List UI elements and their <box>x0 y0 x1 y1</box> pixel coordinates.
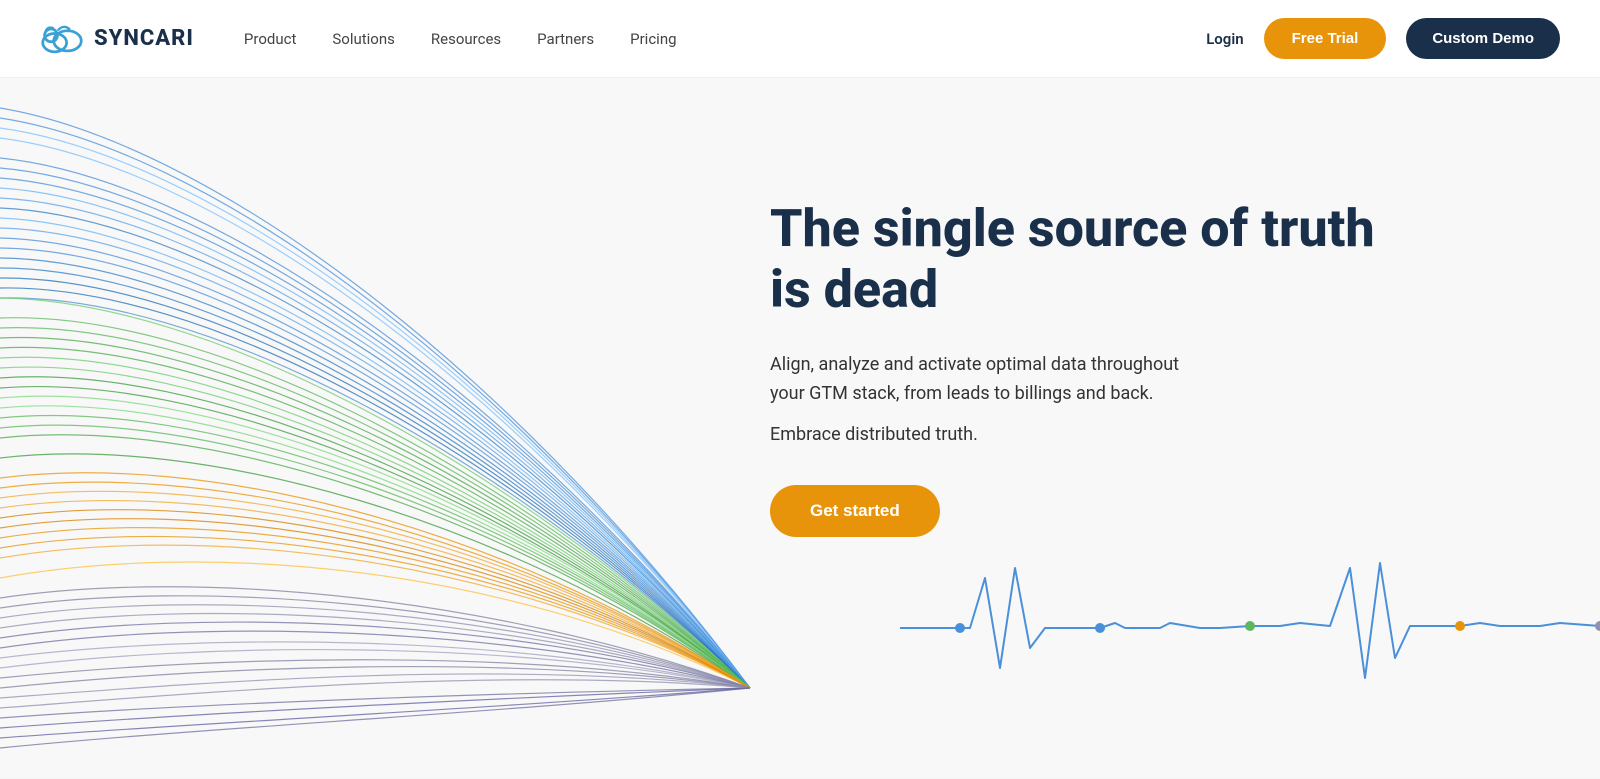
nav-actions: Login Free Trial Custom Demo <box>1206 18 1560 59</box>
nav-product[interactable]: Product <box>244 30 296 48</box>
logo-text: SYNCARI <box>94 26 194 51</box>
custom-demo-button[interactable]: Custom Demo <box>1406 18 1560 59</box>
hero-title: The single source of truth is dead <box>770 198 1420 321</box>
logo-icon <box>40 22 84 56</box>
navbar: SYNCARI Product Solutions Resources Part… <box>0 0 1600 78</box>
get-started-button[interactable]: Get started <box>770 485 940 537</box>
wave-illustration: .wave-line { fill: none; stroke-width: 1… <box>0 78 780 778</box>
nav-solutions[interactable]: Solutions <box>332 30 395 48</box>
heartbeat-illustration <box>900 548 1600 698</box>
nav-partners[interactable]: Partners <box>537 30 594 48</box>
nav-pricing[interactable]: Pricing <box>630 30 676 48</box>
hero-description: Align, analyze and activate optimal data… <box>770 351 1200 409</box>
nav-links: Product Solutions Resources Partners Pri… <box>244 30 1206 48</box>
hero-tagline: Embrace distributed truth. <box>770 424 1420 445</box>
hero-content: The single source of truth is dead Align… <box>770 198 1420 537</box>
free-trial-button[interactable]: Free Trial <box>1264 18 1387 59</box>
hero-section: .wave-line { fill: none; stroke-width: 1… <box>0 78 1600 778</box>
logo-link[interactable]: SYNCARI <box>40 22 194 56</box>
nav-resources[interactable]: Resources <box>431 30 501 48</box>
login-link[interactable]: Login <box>1206 30 1243 48</box>
